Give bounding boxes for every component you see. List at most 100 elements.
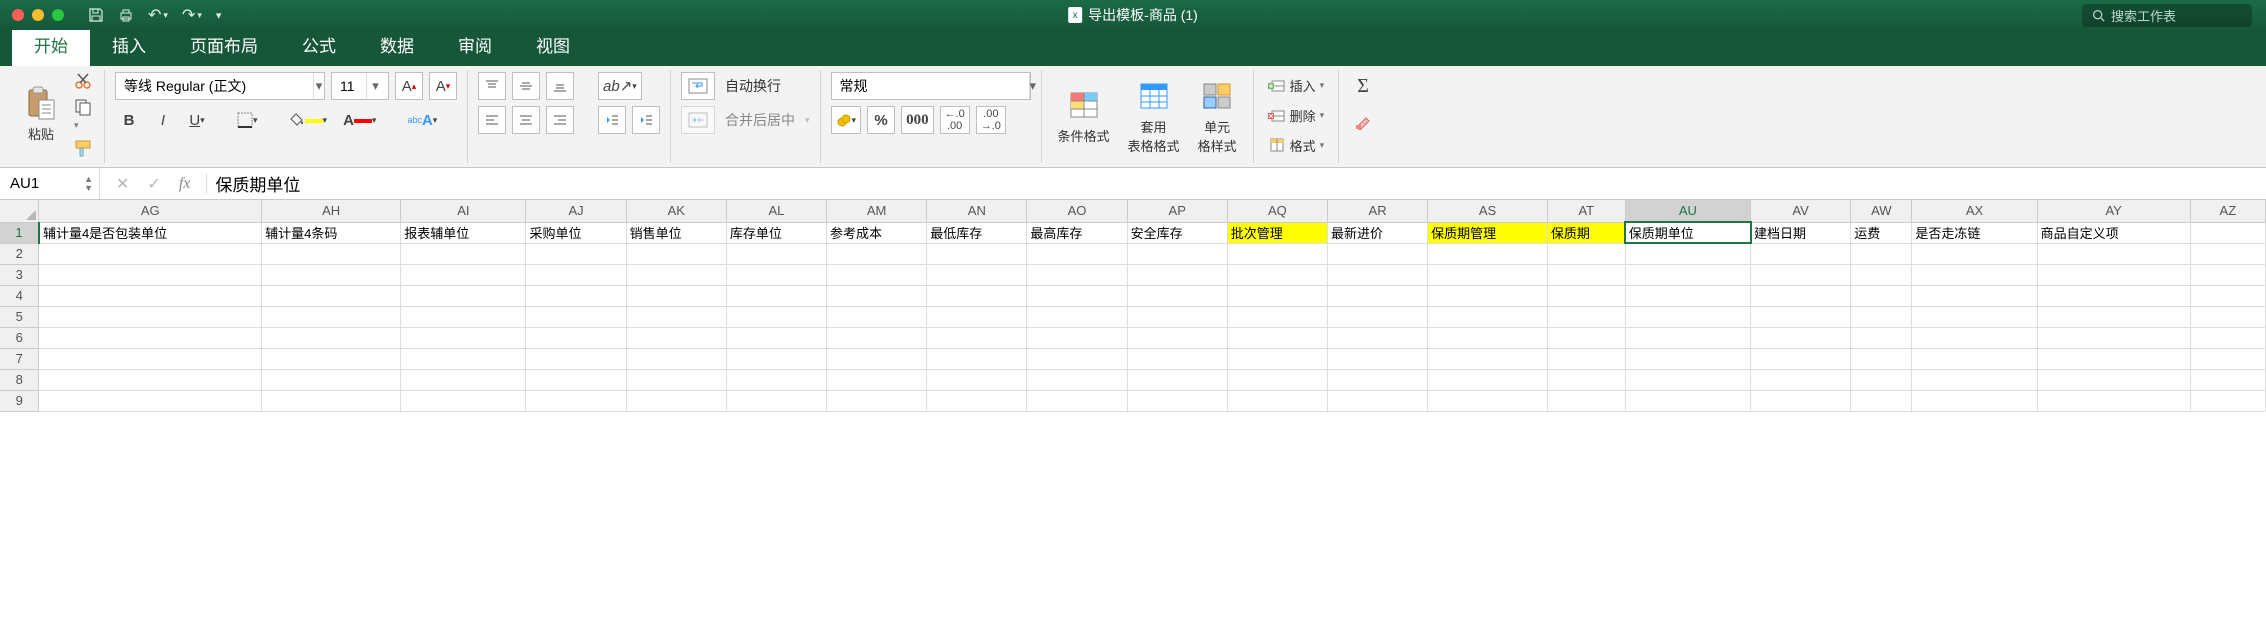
cell[interactable] xyxy=(1851,390,1912,411)
cell[interactable]: 是否走冻链 xyxy=(1912,222,2037,243)
cell[interactable] xyxy=(1751,327,1851,348)
column-header[interactable]: AQ xyxy=(1227,200,1327,222)
autosum-button[interactable]: Σ xyxy=(1349,72,1377,100)
cell[interactable] xyxy=(1751,264,1851,285)
paste-button[interactable]: 粘贴 xyxy=(18,82,64,147)
cell[interactable] xyxy=(1428,390,1548,411)
cell[interactable] xyxy=(39,243,262,264)
cell[interactable]: 保质期单位 xyxy=(1625,222,1750,243)
column-header[interactable]: AG xyxy=(39,200,262,222)
bold-button[interactable]: B xyxy=(115,106,143,134)
cell[interactable] xyxy=(262,327,401,348)
cell[interactable] xyxy=(262,285,401,306)
cell[interactable] xyxy=(401,285,526,306)
delete-cells-button[interactable]: 删除 ▾ xyxy=(1264,102,1329,128)
cell[interactable] xyxy=(1751,243,1851,264)
save-icon[interactable] xyxy=(88,7,104,23)
cut-button[interactable] xyxy=(74,72,94,90)
cell[interactable] xyxy=(2037,264,2190,285)
decrease-decimal-button[interactable]: .00→.0 xyxy=(976,106,1006,134)
cell[interactable] xyxy=(1751,285,1851,306)
column-header[interactable]: AR xyxy=(1327,200,1427,222)
cell[interactable] xyxy=(401,243,526,264)
column-header[interactable]: AX xyxy=(1912,200,2037,222)
cell[interactable]: 最新进价 xyxy=(1327,222,1427,243)
cell[interactable] xyxy=(526,327,626,348)
cell[interactable]: 辅计量4条码 xyxy=(262,222,401,243)
cell[interactable] xyxy=(39,306,262,327)
cell[interactable] xyxy=(1547,264,1625,285)
cell[interactable] xyxy=(1127,285,1227,306)
cell[interactable] xyxy=(927,390,1027,411)
column-header[interactable]: AU xyxy=(1625,200,1750,222)
row-header[interactable]: 5 xyxy=(0,306,39,327)
cell[interactable] xyxy=(1428,285,1548,306)
column-header[interactable]: AM xyxy=(827,200,927,222)
cell[interactable] xyxy=(1751,390,1851,411)
cell[interactable] xyxy=(526,390,626,411)
cell[interactable] xyxy=(827,348,927,369)
cell[interactable] xyxy=(1751,306,1851,327)
cell[interactable] xyxy=(2190,264,2265,285)
font-size-combo[interactable]: ▾ xyxy=(331,72,389,100)
cell[interactable] xyxy=(39,369,262,390)
cell[interactable] xyxy=(626,390,726,411)
cell[interactable] xyxy=(1227,327,1327,348)
cell[interactable]: 安全库存 xyxy=(1127,222,1227,243)
cell[interactable] xyxy=(526,306,626,327)
cell[interactable] xyxy=(1912,243,2037,264)
cell[interactable] xyxy=(2037,243,2190,264)
cell[interactable] xyxy=(1547,243,1625,264)
cell[interactable] xyxy=(2190,306,2265,327)
cell[interactable] xyxy=(1227,369,1327,390)
fx-icon[interactable]: fx xyxy=(179,175,191,193)
increase-decimal-button[interactable]: ←.0.00 xyxy=(940,106,970,134)
cell[interactable] xyxy=(39,285,262,306)
cell[interactable] xyxy=(827,306,927,327)
cell[interactable] xyxy=(1027,243,1127,264)
cell[interactable] xyxy=(1127,264,1227,285)
cell[interactable] xyxy=(1127,306,1227,327)
cell[interactable] xyxy=(1227,285,1327,306)
increase-font-button[interactable]: A▴ xyxy=(395,72,423,100)
cell[interactable] xyxy=(526,243,626,264)
chevron-down-icon[interactable]: ▾ xyxy=(805,115,810,126)
cell[interactable] xyxy=(1428,264,1548,285)
cell[interactable] xyxy=(526,285,626,306)
cell[interactable]: 商品自定义项 xyxy=(2037,222,2190,243)
cell[interactable]: 最低库存 xyxy=(927,222,1027,243)
fill-color-button[interactable]: ▾ xyxy=(284,106,333,134)
cell[interactable] xyxy=(2037,348,2190,369)
cell[interactable] xyxy=(726,306,826,327)
column-header[interactable]: AY xyxy=(2037,200,2190,222)
cell[interactable] xyxy=(2037,327,2190,348)
font-name-combo[interactable]: ▾ xyxy=(115,72,325,100)
cell[interactable] xyxy=(1027,369,1127,390)
cell[interactable] xyxy=(726,369,826,390)
cell[interactable] xyxy=(262,348,401,369)
cell[interactable] xyxy=(2190,369,2265,390)
border-button[interactable]: ▾ xyxy=(232,106,263,134)
cell[interactable] xyxy=(1851,369,1912,390)
cell[interactable] xyxy=(2190,327,2265,348)
row-header[interactable]: 1 xyxy=(0,222,39,243)
column-header[interactable]: AL xyxy=(726,200,826,222)
cell[interactable]: 运费 xyxy=(1851,222,1912,243)
cell[interactable] xyxy=(726,264,826,285)
cell[interactable] xyxy=(262,243,401,264)
cell[interactable]: 建档日期 xyxy=(1751,222,1851,243)
redo-button[interactable]: ↷ ▾ xyxy=(182,5,202,25)
cell[interactable] xyxy=(1625,369,1750,390)
number-format-combo[interactable]: ▾ xyxy=(831,72,1031,100)
cell[interactable] xyxy=(1625,243,1750,264)
cell[interactable] xyxy=(1027,285,1127,306)
cell[interactable] xyxy=(1327,306,1427,327)
cell[interactable] xyxy=(1625,285,1750,306)
cell[interactable]: 采购单位 xyxy=(526,222,626,243)
print-icon[interactable] xyxy=(118,7,134,23)
undo-button[interactable]: ↶ ▾ xyxy=(148,5,168,25)
cell[interactable] xyxy=(626,243,726,264)
cell[interactable] xyxy=(626,369,726,390)
cell[interactable] xyxy=(626,285,726,306)
cell[interactable] xyxy=(1851,243,1912,264)
